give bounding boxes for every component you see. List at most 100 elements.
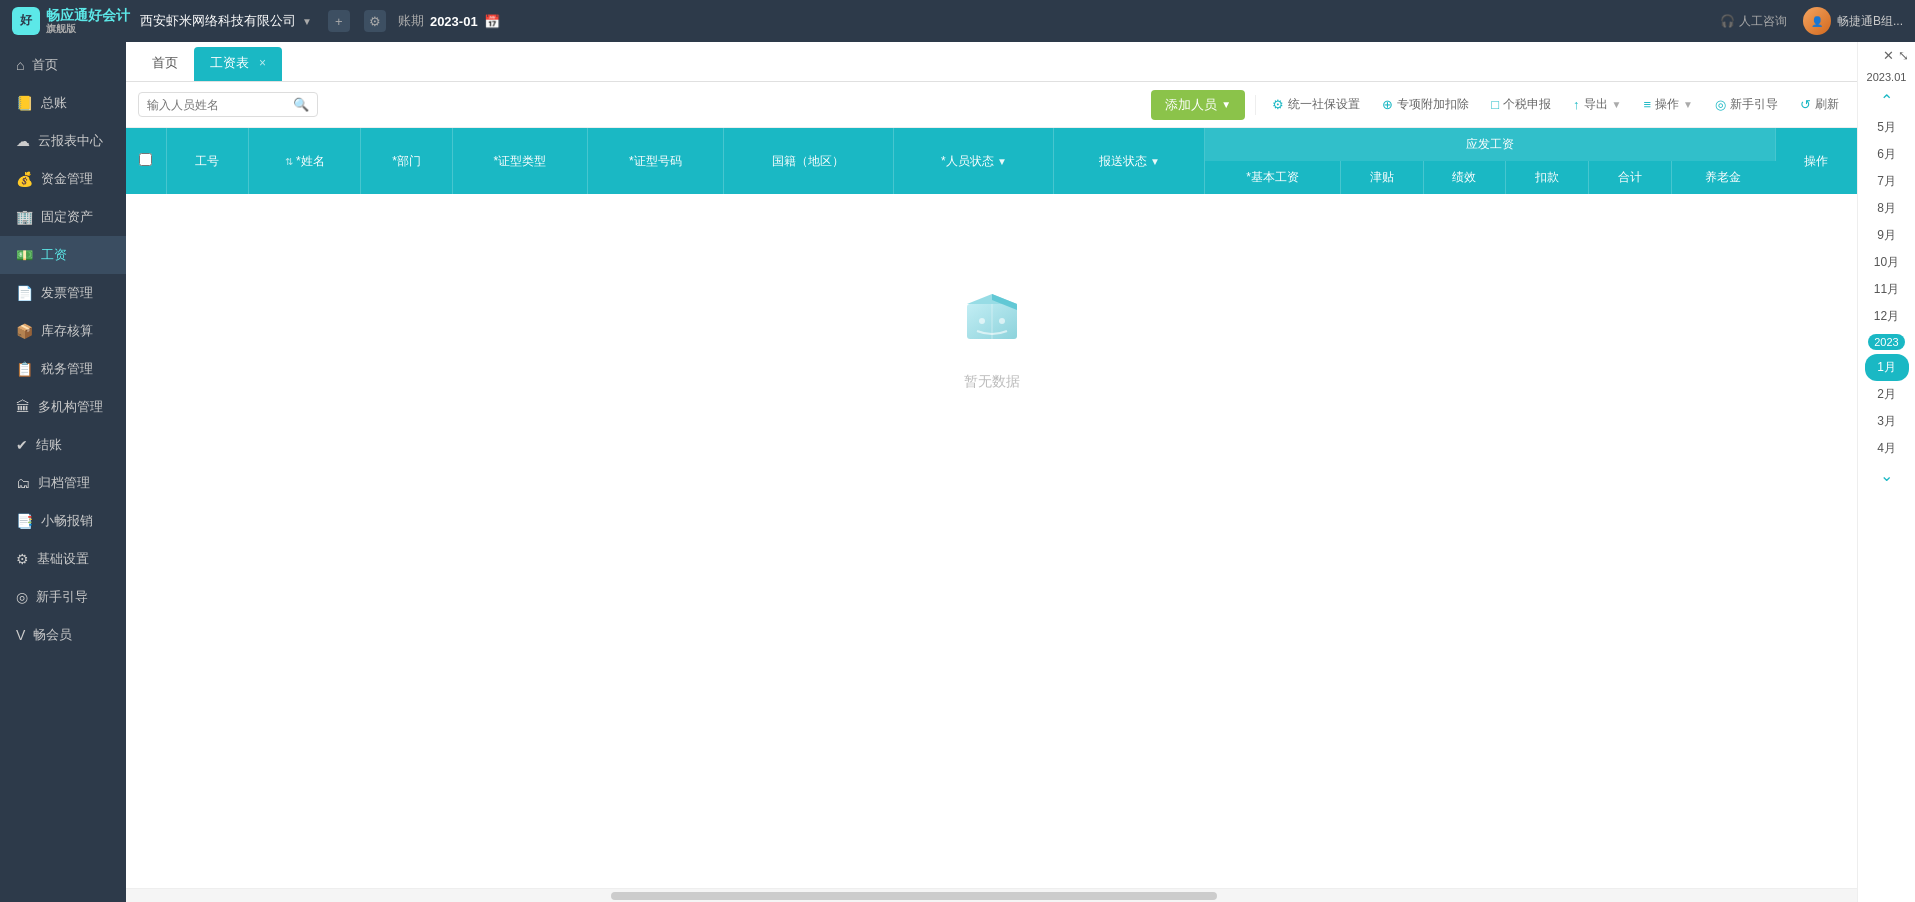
panel-period-value: 2023.01 xyxy=(1867,67,1907,87)
month-2023-01[interactable]: 1月 xyxy=(1865,354,1909,381)
sidebar-label-multi: 多机构管理 xyxy=(38,398,103,416)
month-2022-12[interactable]: 12月 xyxy=(1865,303,1909,330)
th-checkbox[interactable] xyxy=(126,128,166,194)
right-panel: ✕ ⤡ 2023.01 ⌃ 5月 6月 7月 8月 9月 10月 11月 12月… xyxy=(1857,42,1915,902)
sidebar-item-ledger[interactable]: 📒 总账 xyxy=(0,84,126,122)
add-person-btn[interactable]: 添加人员 ▼ xyxy=(1151,90,1245,120)
scroll-up-btn[interactable]: ⌃ xyxy=(1876,87,1897,114)
sidebar-label-expense: 小畅报销 xyxy=(41,512,93,530)
sidebar-label-guide: 新手引导 xyxy=(36,588,88,606)
month-2023-03[interactable]: 3月 xyxy=(1865,408,1909,435)
sidebar-item-asset[interactable]: 🏢 固定资产 xyxy=(0,198,126,236)
settings-btn[interactable]: ⚙ xyxy=(364,10,386,32)
th-deduction: 扣款 xyxy=(1506,161,1589,194)
sidebar-label-report: 云报表中心 xyxy=(38,132,103,150)
headset-icon: 🎧 xyxy=(1720,14,1735,28)
empty-cube-icon xyxy=(952,274,1032,354)
month-2022-05[interactable]: 5月 xyxy=(1865,114,1909,141)
scroll-thumb[interactable] xyxy=(611,892,1217,900)
tab-home-label: 首页 xyxy=(152,54,178,72)
operation-btn[interactable]: ≡ 操作 ▼ xyxy=(1638,92,1700,117)
search-input[interactable] xyxy=(147,98,287,112)
sidebar-item-report[interactable]: ☁ 云报表中心 xyxy=(0,122,126,160)
header-actions: + ⚙ xyxy=(328,10,386,32)
tab-home[interactable]: 首页 xyxy=(136,47,194,81)
th-allowance: 津贴 xyxy=(1340,161,1423,194)
company-dropdown-arrow: ▼ xyxy=(302,16,312,27)
tax-icon: 📋 xyxy=(16,361,33,377)
export-btn[interactable]: ↑ 导出 ▼ xyxy=(1567,92,1627,117)
guide-toolbar-icon: ◎ xyxy=(1715,97,1726,112)
operation-arrow: ▼ xyxy=(1683,99,1693,110)
month-2022-06[interactable]: 6月 xyxy=(1865,141,1909,168)
th-nationality: 国籍（地区） xyxy=(723,128,894,194)
month-2023-02[interactable]: 2月 xyxy=(1865,381,1909,408)
tab-salary[interactable]: 工资表 × xyxy=(194,47,282,81)
special-deduct-icon: ⊕ xyxy=(1382,97,1393,112)
personal-tax-label: 个税申报 xyxy=(1503,96,1551,113)
search-icon: 🔍 xyxy=(293,97,309,112)
add-company-btn[interactable]: + xyxy=(328,10,350,32)
th-payroll-group: 应发工资 xyxy=(1205,128,1775,161)
close-panel-btn[interactable]: ✕ xyxy=(1883,48,1894,63)
tab-close-btn[interactable]: × xyxy=(259,56,266,70)
sidebar-item-tax[interactable]: 📋 税务管理 xyxy=(0,350,126,388)
guide-toolbar-btn[interactable]: ◎ 新手引导 xyxy=(1709,92,1784,117)
tab-salary-label: 工资表 xyxy=(210,54,249,72)
guide-icon: ◎ xyxy=(16,589,28,605)
sidebar-item-vip[interactable]: V 畅会员 xyxy=(0,616,126,654)
sidebar-item-invoice[interactable]: 📄 发票管理 xyxy=(0,274,126,312)
sidebar-item-salary[interactable]: 💵 工资 xyxy=(0,236,126,274)
scroll-down-btn[interactable]: ⌄ xyxy=(1876,462,1897,489)
sidebar-item-guide[interactable]: ◎ 新手引导 xyxy=(0,578,126,616)
year-2023-section: 1月 2月 3月 4月 xyxy=(1858,354,1915,462)
social-security-icon: ⚙ xyxy=(1272,97,1284,112)
export-arrow: ▼ xyxy=(1612,99,1622,110)
th-report-status[interactable]: 报送状态 ▼ xyxy=(1054,128,1205,194)
search-wrap: 🔍 xyxy=(138,92,318,117)
th-employee-no: 工号 xyxy=(166,128,249,194)
th-department: *部门 xyxy=(361,128,452,194)
scroll-bar-area[interactable] xyxy=(126,888,1857,902)
th-pension: 养老金 xyxy=(1671,161,1775,194)
sidebar-item-settings[interactable]: ⚙ 基础设置 xyxy=(0,540,126,578)
refresh-btn[interactable]: ↺ 刷新 xyxy=(1794,92,1845,117)
svg-point-3 xyxy=(999,318,1005,324)
export-icon: ↑ xyxy=(1573,97,1580,112)
sidebar-item-archive[interactable]: 🗂 归档管理 xyxy=(0,464,126,502)
expand-panel-btn[interactable]: ⤡ xyxy=(1898,48,1909,63)
month-2023-04[interactable]: 4月 xyxy=(1865,435,1909,462)
calendar-icon[interactable]: 📅 xyxy=(484,14,500,29)
special-deduct-btn[interactable]: ⊕ 专项附加扣除 xyxy=(1376,92,1475,117)
sidebar-item-multi[interactable]: 🏛 多机构管理 xyxy=(0,388,126,426)
sidebar-item-expense[interactable]: 📑 小畅报销 xyxy=(0,502,126,540)
year-2022-section: 5月 6月 7月 8月 9月 10月 11月 12月 xyxy=(1858,114,1915,330)
human-service-btn[interactable]: 🎧 人工咨询 xyxy=(1720,13,1787,30)
user-info[interactable]: 👤 畅捷通B组... xyxy=(1803,7,1903,35)
personal-tax-btn[interactable]: □ 个税申报 xyxy=(1485,92,1557,117)
divider-1 xyxy=(1255,95,1256,115)
month-2022-07[interactable]: 7月 xyxy=(1865,168,1909,195)
th-name[interactable]: ⇅ *姓名 xyxy=(249,128,361,194)
refresh-label: 刷新 xyxy=(1815,96,1839,113)
th-status[interactable]: *人员状态 ▼ xyxy=(894,128,1054,194)
select-all-checkbox[interactable] xyxy=(139,153,152,166)
th-performance: 绩效 xyxy=(1423,161,1506,194)
personal-tax-icon: □ xyxy=(1491,97,1499,112)
guide-toolbar-label: 新手引导 xyxy=(1730,96,1778,113)
month-2022-10[interactable]: 10月 xyxy=(1865,249,1909,276)
month-2022-09[interactable]: 9月 xyxy=(1865,222,1909,249)
sidebar-item-home[interactable]: ⌂ 首页 xyxy=(0,46,126,84)
month-2022-08[interactable]: 8月 xyxy=(1865,195,1909,222)
toolbar: 🔍 添加人员 ▼ ⚙ 统一社保设置 ⊕ 专项附加扣除 □ 个税申报 ↑ xyxy=(126,82,1857,128)
sidebar-item-inventory[interactable]: 📦 库存核算 xyxy=(0,312,126,350)
empty-state: 暂无数据 xyxy=(126,194,1857,471)
month-2022-11[interactable]: 11月 xyxy=(1865,276,1909,303)
company-selector[interactable]: 西安虾米网络科技有限公司 ▼ xyxy=(140,12,312,30)
social-security-btn[interactable]: ⚙ 统一社保设置 xyxy=(1266,92,1366,117)
social-security-label: 统一社保设置 xyxy=(1288,96,1360,113)
sidebar-item-settle[interactable]: ✔ 结账 xyxy=(0,426,126,464)
th-id-type: *证型类型 xyxy=(452,128,587,194)
th-total: 合计 xyxy=(1589,161,1672,194)
sidebar-item-fund[interactable]: 💰 资金管理 xyxy=(0,160,126,198)
